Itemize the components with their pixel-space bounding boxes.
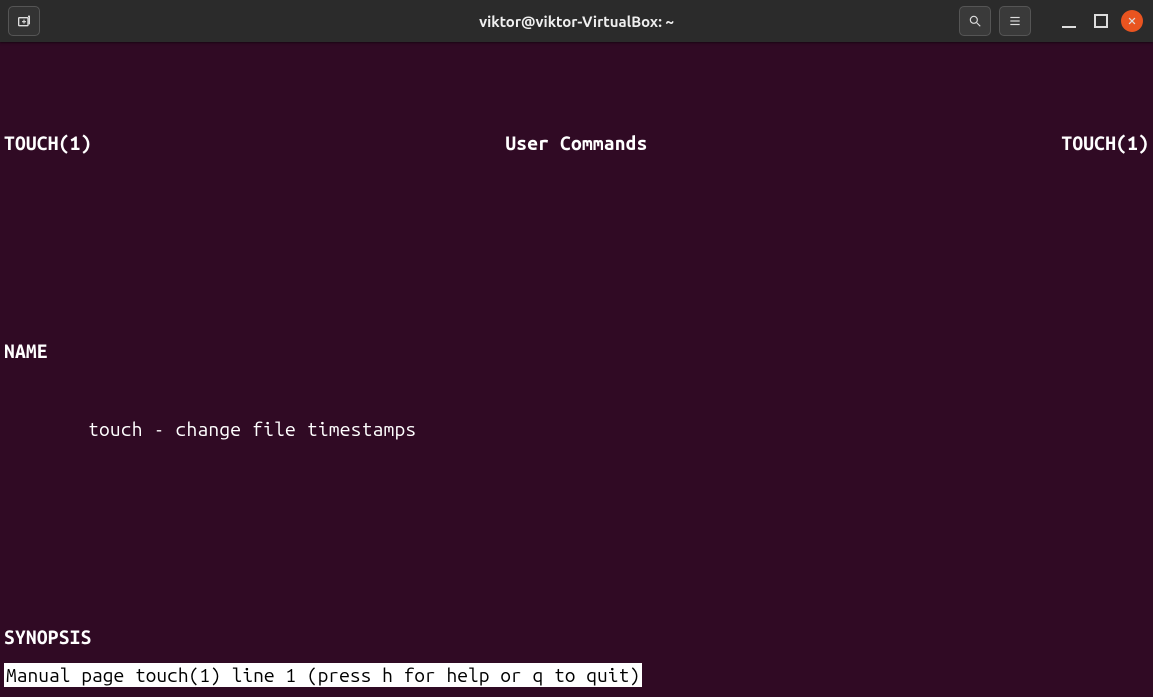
hamburger-icon bbox=[1008, 14, 1022, 28]
man-header-left: TOUCH(1) bbox=[4, 130, 92, 156]
search-button[interactable] bbox=[959, 6, 991, 36]
section-name-heading: NAME bbox=[4, 338, 1149, 364]
terminal-viewport[interactable]: TOUCH(1) User Commands TOUCH(1) NAME tou… bbox=[0, 42, 1153, 697]
maximize-button[interactable] bbox=[1089, 9, 1113, 33]
man-header: TOUCH(1) User Commands TOUCH(1) bbox=[4, 124, 1149, 156]
man-header-center: User Commands bbox=[505, 130, 647, 156]
name-line: touch - change file timestamps bbox=[4, 416, 1149, 442]
search-icon bbox=[968, 14, 982, 28]
menu-button[interactable] bbox=[999, 6, 1031, 36]
new-tab-button[interactable] bbox=[8, 6, 40, 36]
man-status-line: Manual page touch(1) line 1 (press h for… bbox=[4, 663, 642, 687]
close-button[interactable] bbox=[1121, 10, 1143, 32]
titlebar-right-controls bbox=[959, 6, 1153, 36]
minimize-icon bbox=[1057, 9, 1081, 33]
man-header-right: TOUCH(1) bbox=[1061, 130, 1149, 156]
section-synopsis-heading: SYNOPSIS bbox=[4, 624, 1149, 650]
close-icon bbox=[1127, 16, 1137, 26]
minimize-button[interactable] bbox=[1057, 9, 1081, 33]
window-titlebar: viktor@viktor-VirtualBox: ~ bbox=[0, 0, 1153, 42]
new-tab-icon bbox=[16, 13, 32, 29]
maximize-icon bbox=[1089, 9, 1113, 33]
